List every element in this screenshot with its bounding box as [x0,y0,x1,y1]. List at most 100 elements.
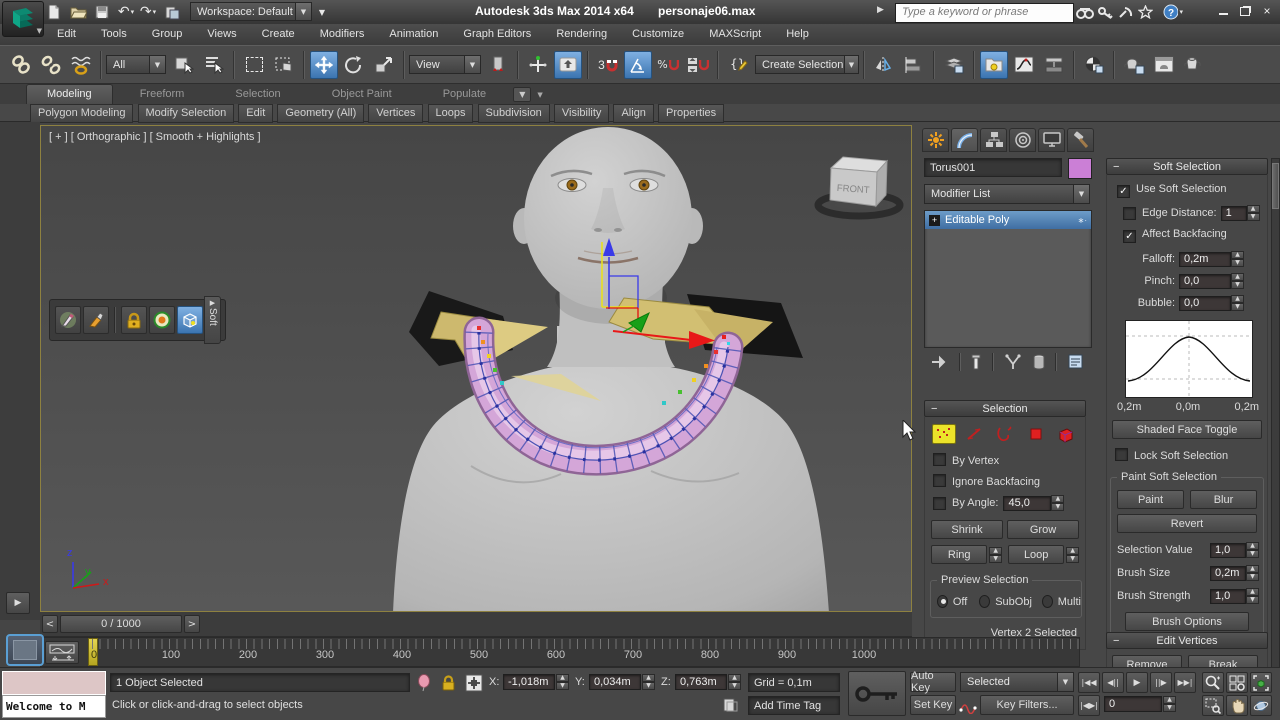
brush-size-row[interactable]: Brush Size 0,2m ▲ ▼ [1117,565,1259,581]
ribbon-panel-visibility[interactable]: Visibility [553,104,610,123]
polygon-subobject-button[interactable] [1024,424,1048,444]
current-frame-field[interactable]: 0 [1104,696,1162,712]
show-end-result-icon[interactable] [970,353,982,371]
search-binoculars-icon[interactable] [1075,2,1095,22]
select-and-link-icon[interactable] [7,51,35,79]
ring-button[interactable]: Ring [931,545,988,564]
ignore-backfacing-checkbox[interactable] [933,474,946,487]
set-key-button[interactable]: Set Key [910,695,956,715]
preview-subobj-radio[interactable] [979,595,991,608]
paint-brush-pencil-icon[interactable] [55,306,81,334]
schematic-view-icon[interactable] [1040,51,1068,79]
corner-highlighted-button[interactable] [6,634,44,666]
previous-frame-arrow[interactable]: < [42,615,58,633]
blur-button[interactable]: Blur [1190,490,1257,509]
ribbon-tab-modeling[interactable]: Modeling [26,84,113,104]
by-angle-row[interactable]: By Angle: 45,0 ▲ ▼ [933,495,1085,511]
menu-rendering[interactable]: Rendering [545,24,618,44]
spinner-snap-toggle-icon[interactable] [684,51,712,79]
vertex-subobject-button[interactable] [931,424,956,444]
edge-distance-checkbox[interactable] [1123,206,1136,220]
menu-edit[interactable]: Edit [46,24,87,44]
play-button[interactable]: ▶ [1126,672,1148,693]
element-subobject-button[interactable] [1054,424,1078,444]
edge-distance-field[interactable]: 1 [1220,205,1247,221]
infocenter-search-input[interactable]: Type a keyword or phrase [895,3,1074,23]
workspace-dropdown[interactable]: Workspace: Default ▼ [190,2,312,21]
project-folder-icon[interactable] [162,2,182,22]
minimize-button[interactable] [1212,3,1234,19]
rendered-frame-window-icon[interactable] [1150,51,1178,79]
save-file-icon[interactable] [92,2,112,22]
viewport-label[interactable]: [ + ] [ Orthographic ] [ Smooth + Highli… [49,131,261,143]
ribbon-minimize-caret-icon[interactable]: ▼ [537,91,542,99]
object-name-field[interactable]: Torus001 [924,158,1062,177]
select-and-move-icon[interactable] [310,50,338,79]
window-crossing-toggle-icon[interactable] [270,51,298,79]
loop-button[interactable]: Loop [1008,545,1065,564]
menu-graph-editors[interactable]: Graph Editors [452,24,542,44]
track-bar-ruler[interactable]: 0 100 200 300 400 500 600 700 800 900 10… [86,638,1079,666]
new-file-icon[interactable] [44,2,64,22]
qat-flyout-icon[interactable]: ▼ [312,2,332,22]
material-editor-icon[interactable] [1080,51,1108,79]
default-in-out-tangent-icon[interactable] [959,696,977,714]
current-frame-spinner[interactable]: ▲ ▼ [1163,696,1176,712]
by-angle-field[interactable]: 45,0 [1003,495,1052,511]
soft-selection-falloff-icon[interactable] [149,306,175,334]
restore-button[interactable] [1234,3,1256,19]
use-soft-selection-checkbox[interactable] [1117,185,1130,198]
go-to-start-button[interactable]: |◀◀ [1078,672,1100,693]
ribbon-minimize-icon[interactable]: ▼ [513,87,532,102]
by-vertex-checkbox[interactable] [933,453,946,466]
undo-icon[interactable]: ↶ ▾ [116,2,136,22]
brush-size-field[interactable]: 0,2m [1210,565,1246,581]
bind-to-space-warp-icon[interactable] [67,51,95,79]
brush-strength-field[interactable]: 1,0 [1210,588,1246,604]
panel-tab-motion[interactable] [1009,128,1036,152]
maxscript-listener-output[interactable]: Welcome to M [2,695,106,718]
z-coordinate-field[interactable]: 0,763m [675,674,727,690]
pin-stack-icon[interactable] [929,353,949,371]
soft-selection-rollout-header[interactable]: − Soft Selection [1106,158,1268,175]
reference-coordinate-dropdown[interactable]: View ▼ [409,55,481,74]
menu-modifiers[interactable]: Modifiers [309,24,376,44]
pinch-row[interactable]: Pinch: 0,0 ▲ ▼ [1107,273,1267,289]
use-soft-selection-row[interactable]: Use Soft Selection [1117,183,1267,198]
x-coordinate-spinner[interactable]: ▲ ▼ [556,674,569,690]
stack-item-editable-poly[interactable]: + Editable Poly ∗· [925,211,1091,229]
lock-soft-selection-icon[interactable] [121,306,147,334]
ring-spinner[interactable]: ▲ ▼ [989,546,1002,563]
y-coordinate-spinner[interactable]: ▲ ▼ [642,674,655,690]
grow-button[interactable]: Grow [1007,520,1079,539]
ribbon-panel-subdivision[interactable]: Subdivision [477,104,550,123]
close-button[interactable]: × [1256,3,1278,19]
menu-help[interactable]: Help [775,24,820,44]
edge-distance-spinner[interactable]: ▲ ▼ [1246,205,1260,221]
shaded-face-toggle-button[interactable]: Shaded Face Toggle [1112,420,1262,439]
edit-named-selection-sets-icon[interactable]: {} [724,51,752,79]
ribbon-panel-modify-selection[interactable]: Modify Selection [137,104,235,123]
preview-off-radio[interactable] [937,595,948,608]
next-key-button[interactable]: ||▶ [1150,672,1172,693]
menu-group[interactable]: Group [141,24,194,44]
z-coordinate-spinner[interactable]: ▲ ▼ [728,674,741,690]
ribbon-panel-properties[interactable]: Properties [658,104,725,123]
brush-size-spinner[interactable]: ▲ ▼ [1246,565,1259,581]
zoom-region-button[interactable] [1202,695,1224,716]
bubble-field[interactable]: 0,0 [1179,295,1231,311]
ribbon-panel-edit[interactable]: Edit [238,104,274,123]
ribbon-panel-loops[interactable]: Loops [427,104,474,123]
absolute-transform-toggle-icon[interactable] [465,674,483,692]
viewport-canvas[interactable]: FRONT z y x [ + ] [ Orthographic ] [ Smo… [40,125,912,612]
open-file-icon[interactable] [68,2,88,22]
pinch-field[interactable]: 0,0 [1179,273,1231,289]
go-to-end-button[interactable]: ▶▶| [1174,672,1196,693]
by-angle-checkbox[interactable] [933,496,946,510]
edge-distance-row[interactable]: Edge Distance: 1 ▲ ▼ [1123,205,1267,221]
soft-minibar-tab[interactable]: ▶ Soft [204,296,221,344]
brush-strength-spinner[interactable]: ▲ ▼ [1246,588,1259,604]
ribbon-tab-object-paint[interactable]: Object Paint [308,85,416,104]
zoom-extents-button[interactable] [1250,672,1272,693]
time-tag-icon[interactable] [722,697,738,713]
